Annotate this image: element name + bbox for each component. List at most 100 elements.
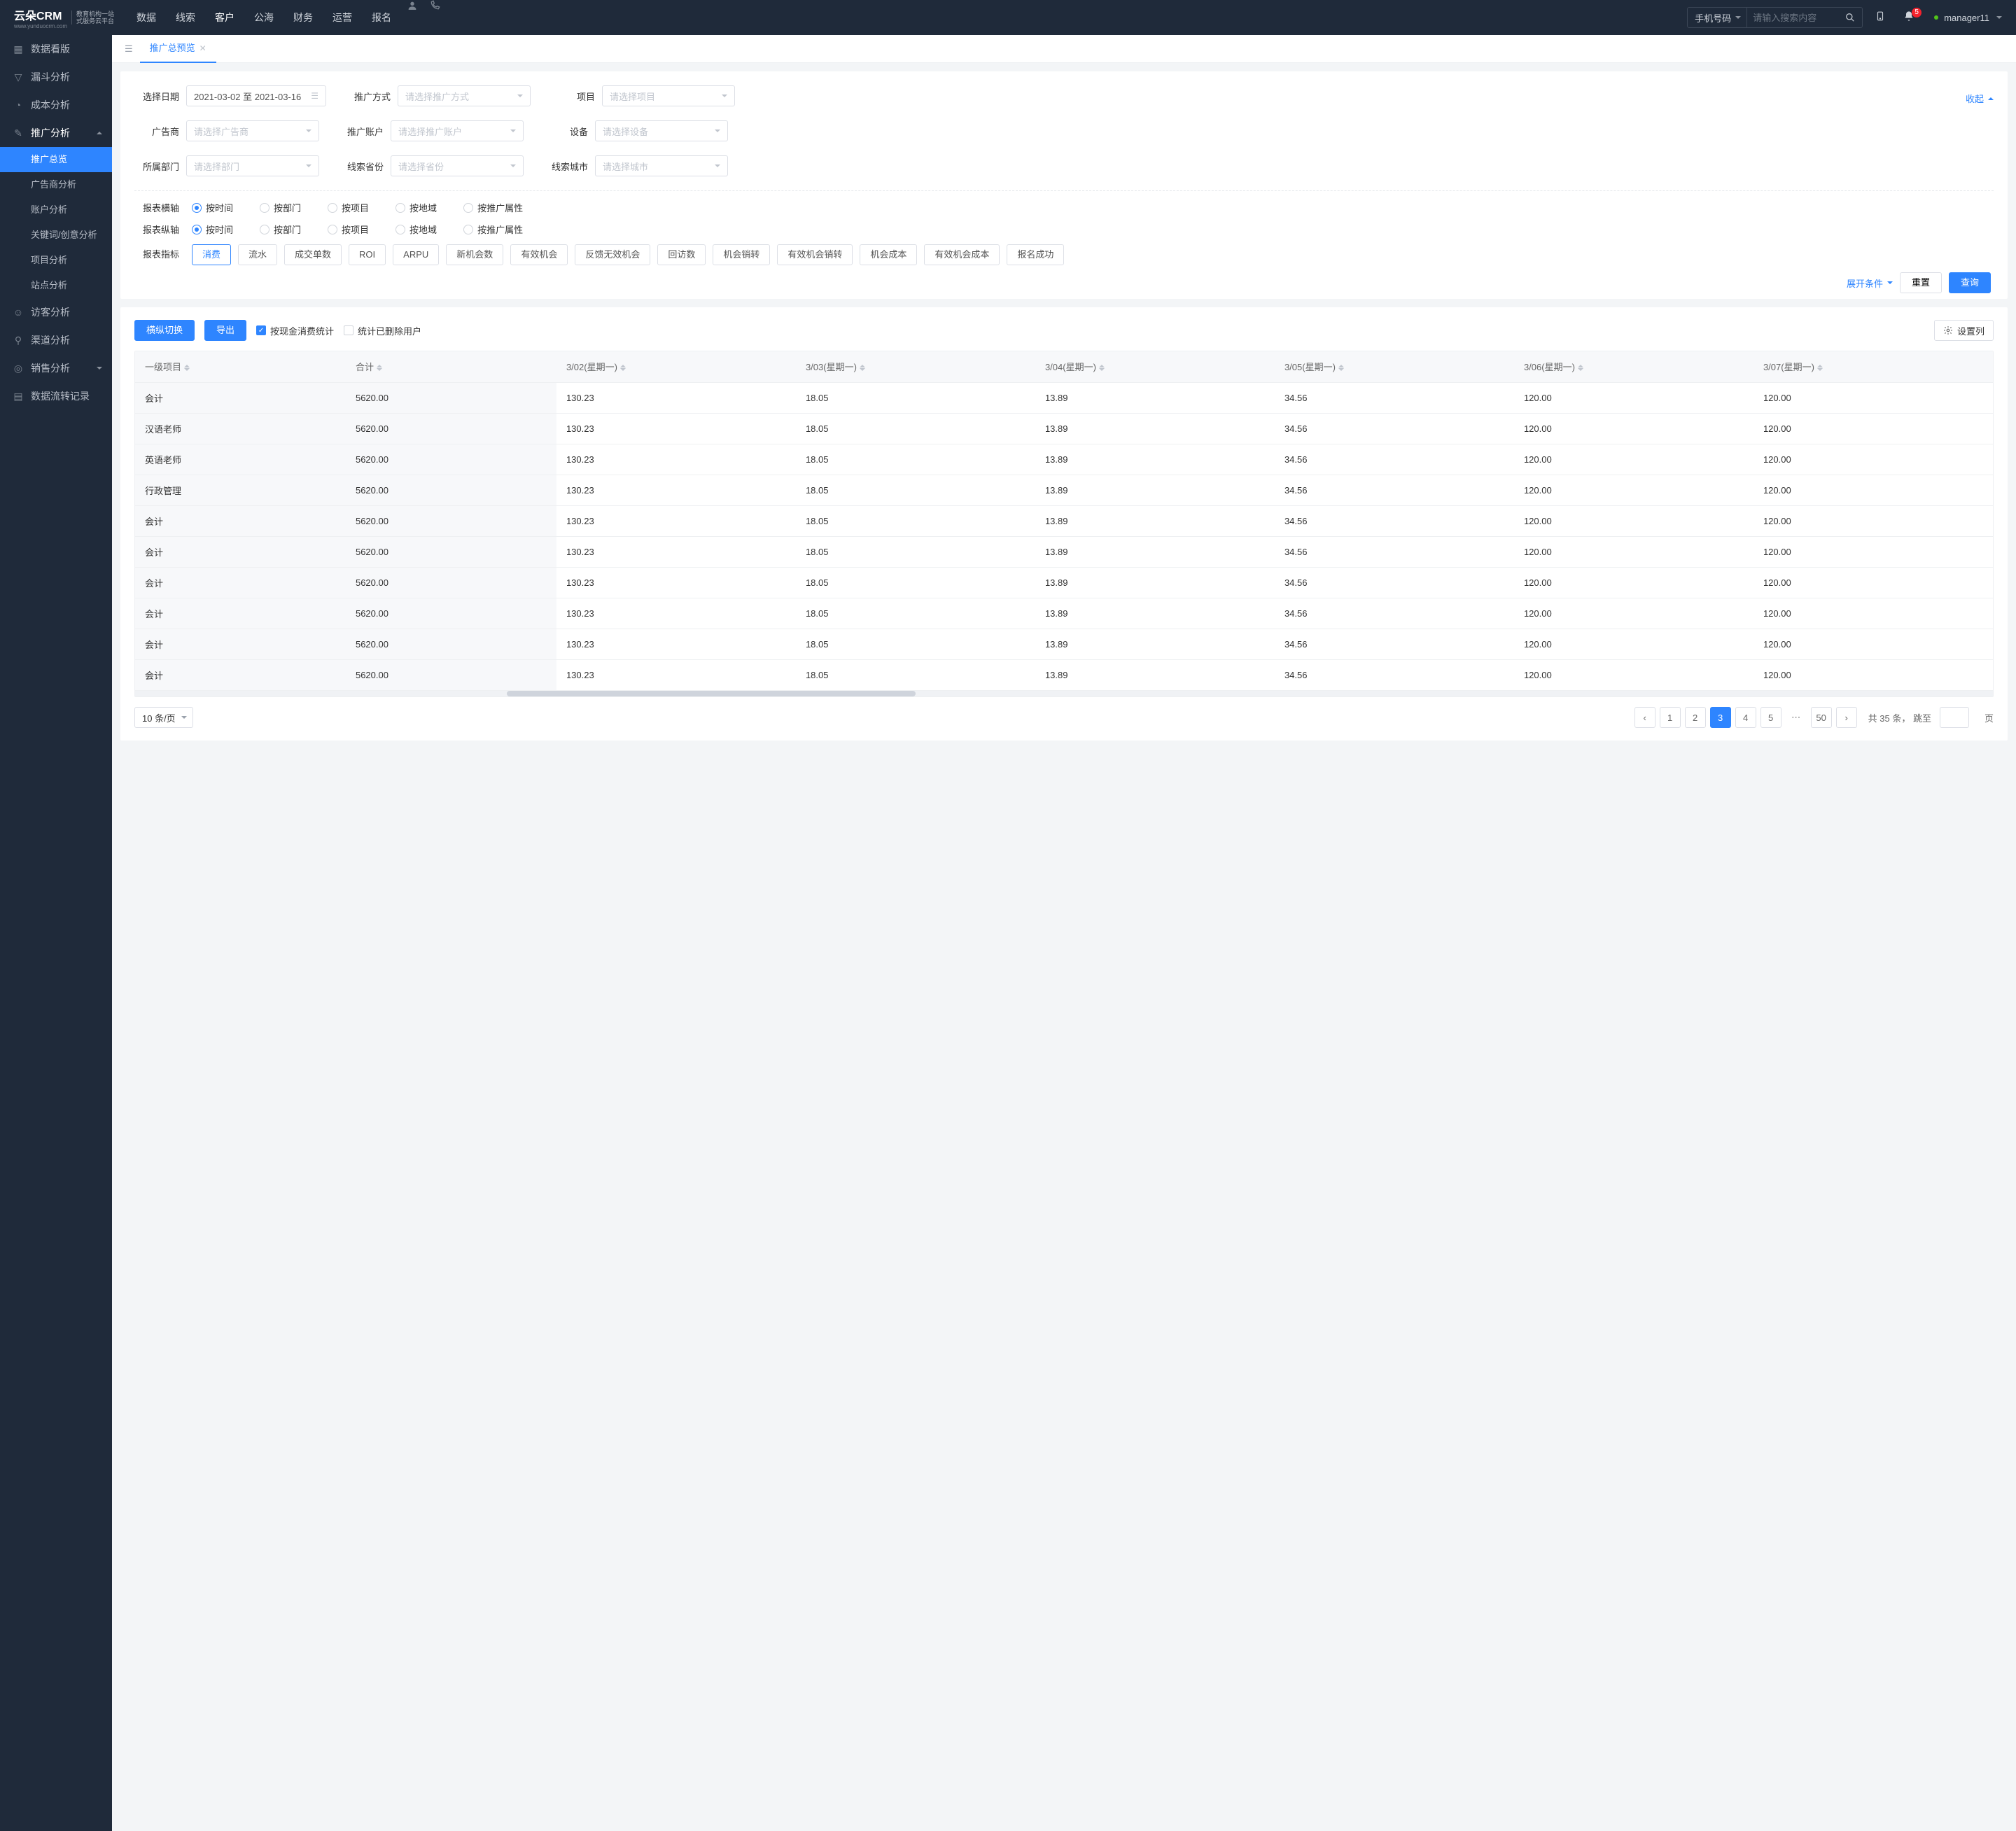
jump-page-input[interactable] bbox=[1940, 707, 1969, 728]
column-header[interactable]: 3/03(星期一) bbox=[796, 351, 1035, 383]
column-header[interactable]: 3/06(星期一) bbox=[1514, 351, 1754, 383]
axis-radio[interactable]: 按部门 bbox=[260, 201, 301, 214]
metric-tag[interactable]: 机会成本 bbox=[860, 244, 917, 265]
metric-tag[interactable]: 流水 bbox=[238, 244, 277, 265]
page-number[interactable]: 3 bbox=[1710, 707, 1731, 728]
column-header[interactable]: 3/05(星期一) bbox=[1275, 351, 1514, 383]
metric-tag[interactable]: 消费 bbox=[192, 244, 231, 265]
axis-radio[interactable]: 按地域 bbox=[396, 201, 437, 214]
search-button[interactable] bbox=[1838, 8, 1862, 27]
sidebar-subitem[interactable]: 推广总览 bbox=[0, 147, 112, 172]
axis-radio[interactable]: 按推广属性 bbox=[463, 201, 523, 214]
page-number[interactable]: 5 bbox=[1760, 707, 1782, 728]
metric-tag[interactable]: 成交单数 bbox=[284, 244, 342, 265]
filter-select[interactable]: 请选择省份 bbox=[391, 155, 524, 176]
phone-icon[interactable] bbox=[424, 0, 446, 35]
axis-radio[interactable]: 按地域 bbox=[396, 223, 437, 236]
sidebar-item[interactable]: ▤数据流转记录 bbox=[0, 382, 112, 410]
nav-pool[interactable]: 公海 bbox=[244, 0, 284, 35]
axis-radio[interactable]: 按推广属性 bbox=[463, 223, 523, 236]
page-number[interactable]: 4 bbox=[1735, 707, 1756, 728]
tab-promotion-overview[interactable]: 推广总预览 ✕ bbox=[140, 35, 216, 63]
collapse-link[interactable]: 收起 bbox=[1966, 92, 1994, 105]
nav-ops[interactable]: 运营 bbox=[323, 0, 362, 35]
nav-finance[interactable]: 财务 bbox=[284, 0, 323, 35]
user-icon[interactable] bbox=[401, 0, 424, 35]
nav-data[interactable]: 数据 bbox=[127, 0, 166, 35]
search-input[interactable] bbox=[1747, 13, 1838, 23]
prev-page-button[interactable]: ‹ bbox=[1634, 707, 1656, 728]
metric-tag[interactable]: ARPU bbox=[393, 244, 439, 265]
search-type-select[interactable]: 手机号码 bbox=[1688, 8, 1747, 27]
filter-select[interactable]: 请选择广告商 bbox=[186, 120, 319, 141]
nav-leads[interactable]: 线索 bbox=[166, 0, 205, 35]
expand-conditions-link[interactable]: 展开条件 bbox=[1847, 276, 1893, 290]
sidebar-item[interactable]: ▦数据看版 bbox=[0, 35, 112, 63]
search-bar: 手机号码 bbox=[1687, 7, 1863, 28]
filter-select[interactable]: 请选择推广账户 bbox=[391, 120, 524, 141]
sidebar-subitem[interactable]: 账户分析 bbox=[0, 197, 112, 223]
axis-radio[interactable]: 按项目 bbox=[328, 223, 369, 236]
column-header[interactable]: 3/07(星期一) bbox=[1754, 351, 1993, 383]
metric-tag[interactable]: 机会销转 bbox=[713, 244, 770, 265]
axis-radio[interactable]: 按部门 bbox=[260, 223, 301, 236]
user-menu[interactable]: manager11 bbox=[1934, 13, 2002, 23]
column-header[interactable]: 3/02(星期一) bbox=[556, 351, 796, 383]
horizontal-scrollbar[interactable] bbox=[135, 691, 1993, 696]
sidebar-subitem[interactable]: 广告商分析 bbox=[0, 172, 112, 197]
close-icon[interactable]: ✕ bbox=[200, 35, 206, 62]
metric-tag[interactable]: ROI bbox=[349, 244, 386, 265]
metric-tag[interactable]: 有效机会成本 bbox=[924, 244, 1000, 265]
cash-consumption-checkbox[interactable]: 按现金消费统计 bbox=[256, 324, 334, 337]
filter-select[interactable]: 请选择项目 bbox=[602, 85, 735, 106]
last-page-button[interactable]: 50 bbox=[1811, 707, 1832, 728]
bell-icon[interactable]: 5 bbox=[1898, 10, 1920, 25]
page-size-select[interactable]: 10 条/页 bbox=[134, 707, 193, 728]
mobile-icon[interactable] bbox=[1870, 10, 1891, 26]
filter-select[interactable]: 请选择城市 bbox=[595, 155, 728, 176]
axis-radio[interactable]: 按项目 bbox=[328, 201, 369, 214]
sidebar-subitem[interactable]: 站点分析 bbox=[0, 273, 112, 298]
reset-button[interactable]: 重置 bbox=[1900, 272, 1942, 293]
axis-radio[interactable]: 按时间 bbox=[192, 223, 233, 236]
logo-subtitle: 教育机构一站 式服务云平台 bbox=[71, 10, 114, 24]
swap-axes-button[interactable]: 横纵切换 bbox=[134, 320, 195, 341]
page-number[interactable]: 2 bbox=[1685, 707, 1706, 728]
column-settings-button[interactable]: 设置列 bbox=[1934, 320, 1994, 341]
metric-tag[interactable]: 回访数 bbox=[657, 244, 706, 265]
sidebar-item[interactable]: ◔成本分析 bbox=[0, 91, 112, 119]
sidebar-item[interactable]: ▽漏斗分析 bbox=[0, 63, 112, 91]
sidebar-item[interactable]: ☺访客分析 bbox=[0, 298, 112, 326]
sidebar-icon: ▤ bbox=[13, 391, 24, 402]
next-page-button[interactable]: › bbox=[1836, 707, 1857, 728]
column-header[interactable]: 合计 bbox=[346, 351, 556, 383]
column-header[interactable]: 一级项目 bbox=[135, 351, 346, 383]
axis-radio[interactable]: 按时间 bbox=[192, 201, 233, 214]
metric-tag[interactable]: 反馈无效机会 bbox=[575, 244, 650, 265]
sidebar-item[interactable]: ⚲渠道分析 bbox=[0, 326, 112, 354]
filter-select[interactable]: 请选择设备 bbox=[595, 120, 728, 141]
deleted-users-checkbox[interactable]: 统计已删除用户 bbox=[344, 324, 421, 337]
nav-customers[interactable]: 客户 bbox=[205, 0, 244, 35]
page-number[interactable]: 1 bbox=[1660, 707, 1681, 728]
metric-tag[interactable]: 报名成功 bbox=[1007, 244, 1064, 265]
filter-select[interactable]: 请选择推广方式 bbox=[398, 85, 531, 106]
sidebar-item[interactable]: ✎推广分析 bbox=[0, 119, 112, 147]
metric-tag[interactable]: 有效机会 bbox=[510, 244, 568, 265]
export-button[interactable]: 导出 bbox=[204, 320, 246, 341]
logo[interactable]: 云朵CRM www.yunduocrm.com 教育机构一站 式服务云平台 bbox=[14, 6, 114, 29]
hamburger-icon[interactable]: ☰ bbox=[118, 43, 140, 55]
date-range-picker[interactable]: 2021-03-02 至 2021-03-16 bbox=[186, 85, 326, 106]
sidebar-item[interactable]: ◎销售分析 bbox=[0, 354, 112, 382]
column-header[interactable]: 3/04(星期一) bbox=[1035, 351, 1275, 383]
metric-tag[interactable]: 新机会数 bbox=[446, 244, 503, 265]
metric-tag[interactable]: 有效机会销转 bbox=[777, 244, 853, 265]
table-row: 行政管理5620.00130.2318.0513.8934.56120.0012… bbox=[135, 475, 1993, 506]
table-row: 会计5620.00130.2318.0513.8934.56120.00120.… bbox=[135, 568, 1993, 598]
sidebar-subitem[interactable]: 关键词/创意分析 bbox=[0, 223, 112, 248]
filter-select[interactable]: 请选择部门 bbox=[186, 155, 319, 176]
sidebar-subitem[interactable]: 项目分析 bbox=[0, 248, 112, 273]
total-text: 共 35 条， 跳至 bbox=[1868, 711, 1931, 724]
nav-signup[interactable]: 报名 bbox=[362, 0, 401, 35]
query-button[interactable]: 查询 bbox=[1949, 272, 1991, 293]
